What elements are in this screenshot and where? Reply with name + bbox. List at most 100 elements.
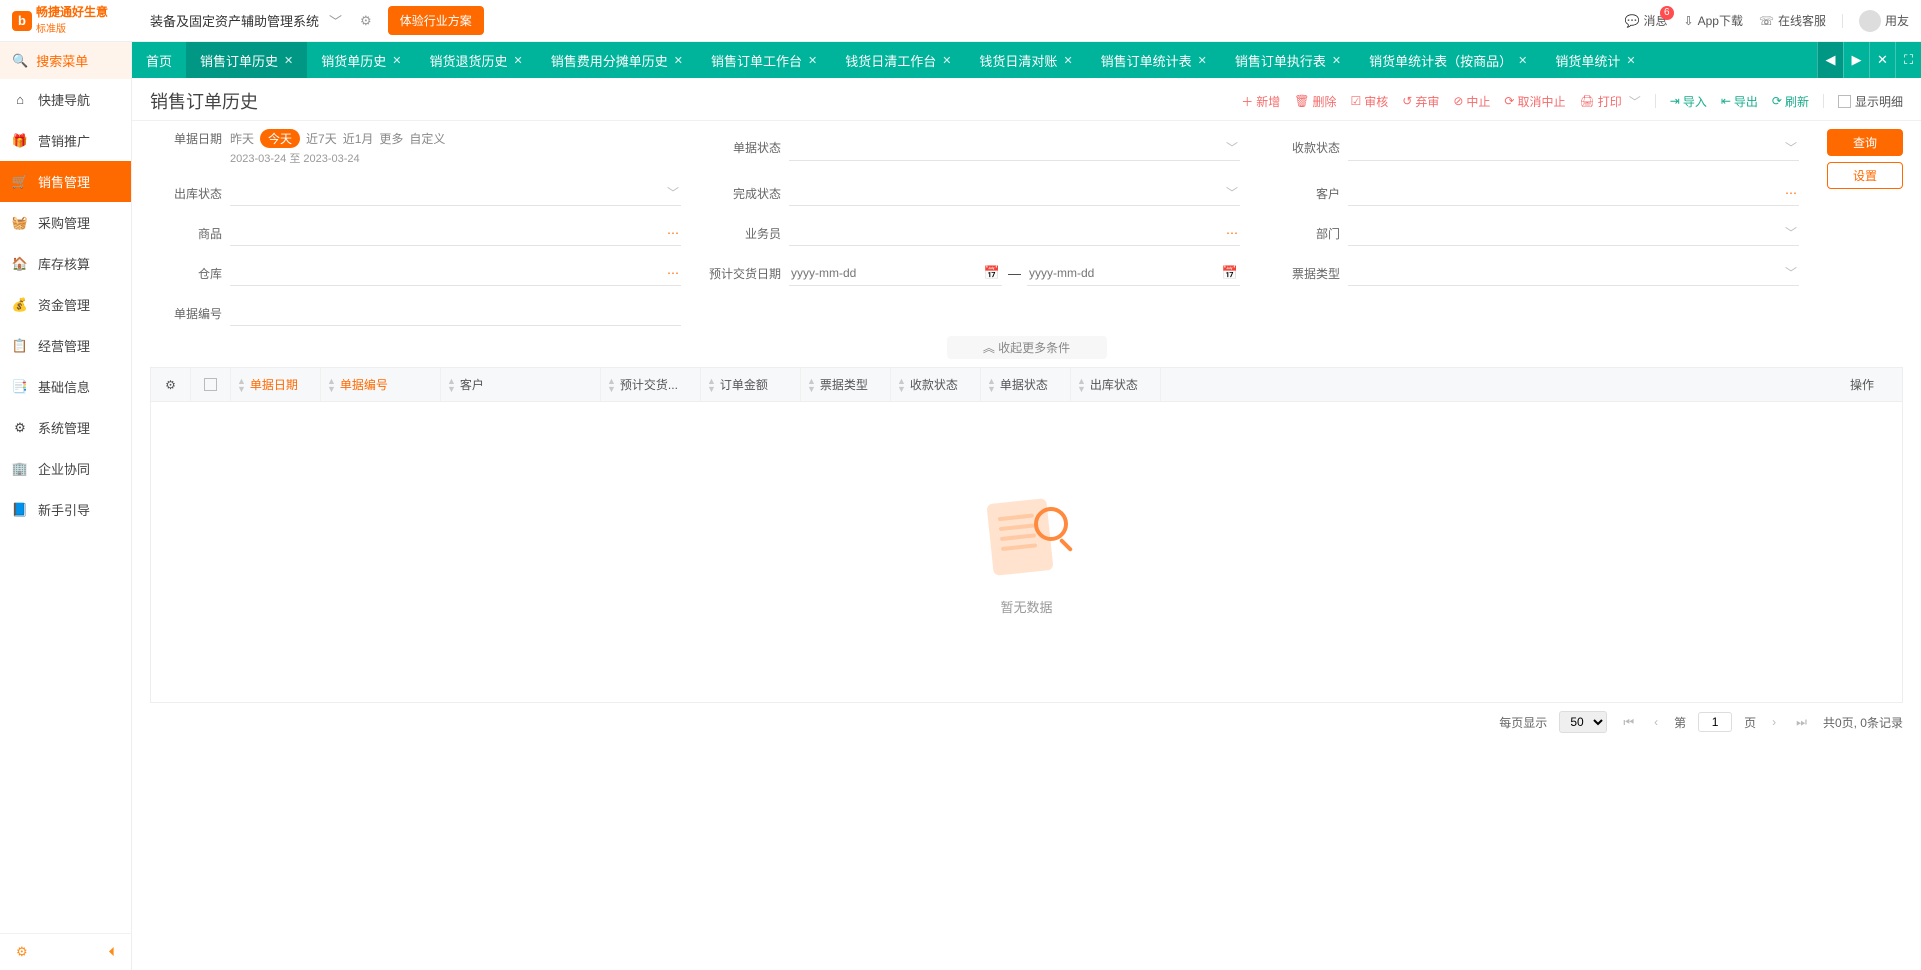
tab-close-icon[interactable]: ✕ [1332, 54, 1341, 67]
unstop-button[interactable]: ⟳取消中止 [1504, 93, 1565, 110]
sidebar-item-4[interactable]: 🏠库存核算 [0, 243, 131, 284]
th-2[interactable]: ▲▼客户 [441, 368, 601, 401]
tab-6[interactable]: 钱货日清对账✕ [965, 42, 1086, 78]
filter-finish-status[interactable]: 完成状态 ﹀ [709, 180, 1240, 206]
tab-2[interactable]: 销货退货历史✕ [415, 42, 536, 78]
sidebar-search[interactable]: 🔍 搜索菜单 [0, 42, 131, 79]
tab-close-icon[interactable]: ✕ [942, 54, 951, 67]
tab-scroll-right[interactable]: ▶ [1843, 42, 1869, 78]
tab-close-icon[interactable]: ✕ [808, 54, 817, 67]
show-detail-checkbox[interactable]: 显示明细 [1838, 93, 1903, 110]
expect-date-from[interactable]: 📅 [789, 260, 1002, 286]
sidebar-item-6[interactable]: 📋经营管理 [0, 325, 131, 366]
sidebar-item-5[interactable]: 💰资金管理 [0, 284, 131, 325]
date-pill-1[interactable]: 今天 [260, 129, 300, 148]
date-pill-5[interactable]: 自定义 [409, 130, 445, 147]
sidebar-item-0[interactable]: ⌂快捷导航 [0, 79, 131, 120]
th-5[interactable]: ▲▼票据类型 [801, 368, 891, 401]
tab-3[interactable]: 销售费用分摊单历史✕ [537, 42, 697, 78]
tab-close-icon[interactable]: ✕ [514, 54, 523, 67]
page-first-button[interactable]: ⏮ [1619, 715, 1638, 730]
query-button[interactable]: 查询 [1827, 129, 1903, 156]
tab-close-icon[interactable]: ✕ [1626, 54, 1635, 67]
experience-button[interactable]: 体验行业方案 [388, 6, 484, 35]
tab-4[interactable]: 销售订单工作台✕ [697, 42, 831, 78]
tab-close-icon[interactable]: ✕ [1063, 54, 1072, 67]
delete-button[interactable]: 🗑删除 [1294, 93, 1336, 110]
filter-out-status[interactable]: 出库状态 ﹀ [150, 180, 681, 206]
page-prev-button[interactable]: ‹ [1650, 715, 1662, 729]
import-button[interactable]: ⇥导入 [1670, 93, 1707, 110]
tab-close-all[interactable]: ✕ [1869, 42, 1895, 78]
tab-9[interactable]: 销货单统计表（按商品）✕ [1355, 42, 1541, 78]
filter-doc-no[interactable]: 单据编号 [150, 300, 681, 326]
audit-button[interactable]: ☑审核 [1350, 93, 1388, 110]
th-9[interactable]: 操作 [1822, 368, 1902, 401]
page-number-input[interactable] [1698, 712, 1732, 732]
sidebar-item-3[interactable]: 🧺采购管理 [0, 202, 131, 243]
filter-ticket-type[interactable]: 票据类型 ﹀ [1268, 260, 1799, 286]
expect-date-to[interactable]: 📅 [1027, 260, 1240, 286]
tab-close-icon[interactable]: ✕ [1518, 54, 1527, 67]
filter-dept[interactable]: 部门 ﹀ [1268, 220, 1799, 246]
online-service-button[interactable]: ☏ 在线客服 [1759, 12, 1826, 29]
sidebar-item-10[interactable]: 📘新手引导 [0, 489, 131, 530]
void-button[interactable]: ↺弃审 [1402, 93, 1439, 110]
tab-5[interactable]: 钱货日清工作台✕ [831, 42, 965, 78]
th-1[interactable]: ▲▼单据编号 [321, 368, 441, 401]
date-pill-0[interactable]: 昨天 [230, 130, 254, 147]
date-pill-4[interactable]: 更多 [379, 130, 403, 147]
expect-date-from-input[interactable] [791, 266, 958, 280]
th-4[interactable]: ▲▼订单金额 [701, 368, 801, 401]
date-pill-2[interactable]: 近7天 [306, 130, 337, 147]
page-next-button[interactable]: › [1768, 715, 1780, 729]
tab-home[interactable]: 首页 [132, 42, 186, 78]
sidebar-item-7[interactable]: 📑基础信息 [0, 366, 131, 407]
collapse-sidebar-icon[interactable]: ⏴ [109, 944, 116, 960]
tab-10[interactable]: 销货单统计✕ [1541, 42, 1649, 78]
tab-close-icon[interactable]: ✕ [1198, 54, 1207, 67]
gear-icon[interactable]: ⚙ [360, 13, 372, 29]
filter-warehouse[interactable]: 仓库 ⋯ [150, 260, 681, 286]
add-button[interactable]: ＋新增 [1241, 93, 1280, 110]
tab-8[interactable]: 销售订单执行表✕ [1221, 42, 1355, 78]
page-size-select[interactable]: 50 [1559, 711, 1607, 733]
th-8[interactable]: ▲▼出库状态 [1071, 368, 1161, 401]
filter-customer[interactable]: 客户 ⋯ [1268, 180, 1799, 206]
page-last-button[interactable]: ⏭ [1792, 715, 1811, 730]
refresh-button[interactable]: ⟳刷新 [1772, 93, 1809, 110]
th-6[interactable]: ▲▼收款状态 [891, 368, 981, 401]
sidebar-item-2[interactable]: 🛒销售管理 [0, 161, 131, 202]
tab-close-icon[interactable]: ✕ [674, 54, 683, 67]
tab-1[interactable]: 销货单历史✕ [307, 42, 415, 78]
user-menu[interactable]: 用友 [1859, 10, 1909, 32]
sidebar-item-9[interactable]: 🏢企业协同 [0, 448, 131, 489]
th-checkbox[interactable] [191, 368, 231, 401]
app-download-button[interactable]: ⇩ App下载 [1684, 12, 1743, 29]
tab-close-icon[interactable]: ✕ [392, 54, 401, 67]
th-0[interactable]: ▲▼单据日期 [231, 368, 321, 401]
tab-0[interactable]: 销售订单历史✕ [186, 42, 307, 78]
sidebar-item-1[interactable]: 🎁营销推广 [0, 120, 131, 161]
system-selector[interactable]: 装备及固定资产辅助管理系统 ﹀ ⚙ [150, 11, 380, 30]
filter-product[interactable]: 商品 ⋯ [150, 220, 681, 246]
th-3[interactable]: ▲▼预计交货... [601, 368, 701, 401]
stop-button[interactable]: ⊘中止 [1453, 93, 1490, 110]
collapse-filters-button[interactable]: ︽ 收起更多条件 [947, 336, 1107, 359]
expect-date-to-input[interactable] [1029, 266, 1196, 280]
settings-icon[interactable]: ⚙ [16, 944, 28, 960]
filter-pay-status[interactable]: 收款状态 ﹀ [1268, 129, 1799, 166]
tab-close-icon[interactable]: ✕ [284, 54, 293, 67]
sidebar-item-8[interactable]: ⚙系统管理 [0, 407, 131, 448]
th-7[interactable]: ▲▼单据状态 [981, 368, 1071, 401]
print-button[interactable]: 🖨打印﹀ [1579, 93, 1640, 110]
th-settings[interactable]: ⚙ [151, 368, 191, 401]
tab-7[interactable]: 销售订单统计表✕ [1087, 42, 1221, 78]
tab-fullscreen[interactable]: ⛶ [1895, 42, 1921, 78]
filter-salesman[interactable]: 业务员 ⋯ [709, 220, 1240, 246]
export-button[interactable]: ⇤导出 [1721, 93, 1758, 110]
settings-button[interactable]: 设置 [1827, 162, 1903, 189]
date-pill-3[interactable]: 近1月 [343, 130, 374, 147]
messages-button[interactable]: 💬 消息 6 [1625, 12, 1668, 29]
filter-doc-status[interactable]: 单据状态 ﹀ [709, 129, 1240, 166]
